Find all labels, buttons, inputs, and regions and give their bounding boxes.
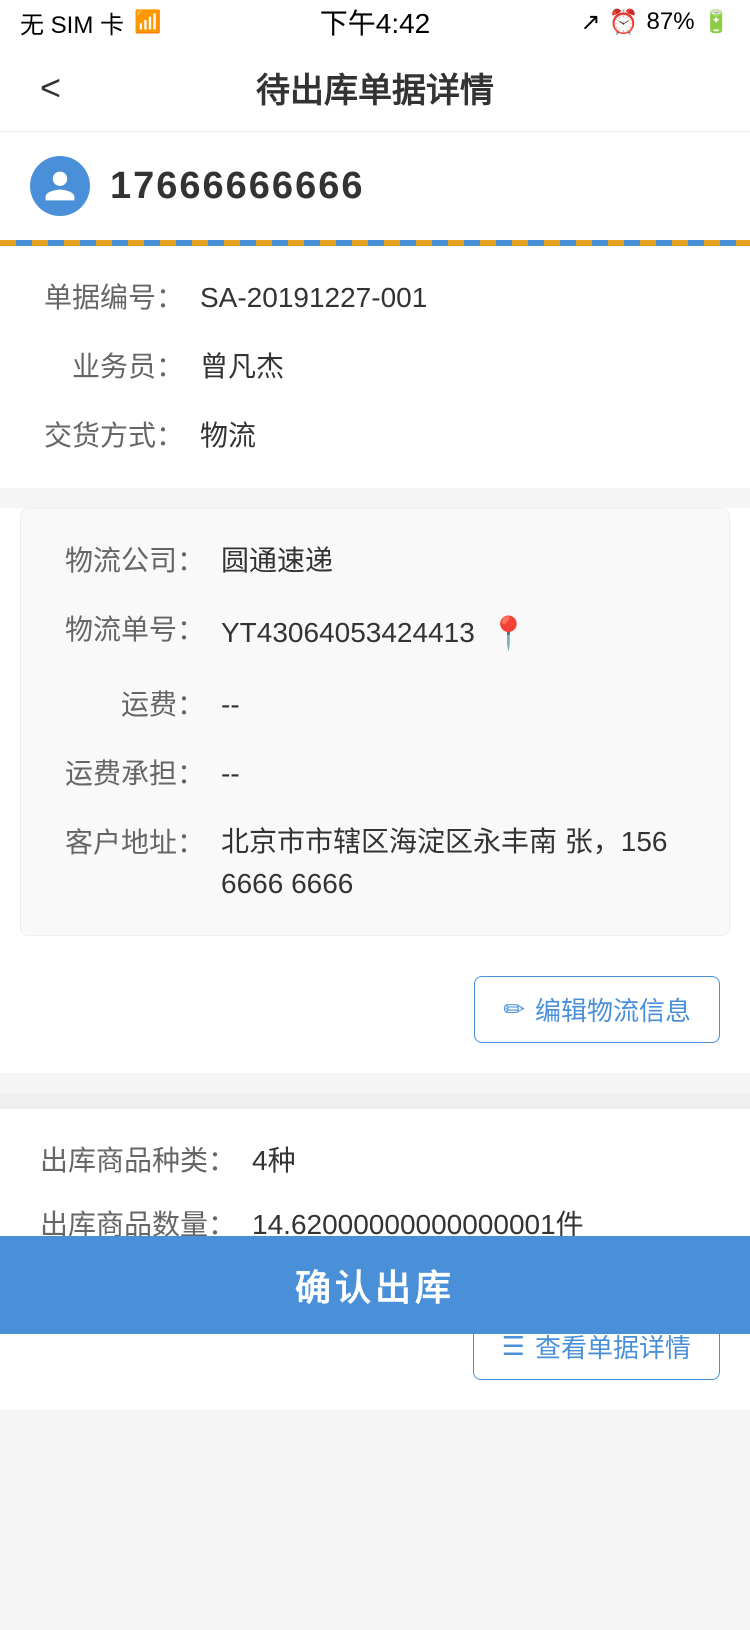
address-label: 客户地址： bbox=[61, 821, 221, 866]
delivery-label: 交货方式： bbox=[40, 414, 200, 459]
freight-bearer-value: -- bbox=[221, 752, 689, 797]
address-text: 北京市市辖区海淀区永丰南 张，156 6666 6666 bbox=[221, 821, 689, 905]
location-status-icon: ↗ bbox=[581, 8, 601, 37]
order-info-section: 单据编号： SA-20191227-001 业务员： 曾凡杰 交货方式： 物流 bbox=[0, 246, 750, 488]
order-no-label: 单据编号： bbox=[40, 276, 200, 321]
edit-btn-label: 编辑物流信息 bbox=[535, 991, 691, 1028]
avatar bbox=[30, 156, 90, 216]
delivery-row: 交货方式： 物流 bbox=[40, 414, 710, 459]
delivery-value: 物流 bbox=[200, 414, 710, 459]
status-bar-right: ↗ ⏰ 87% 🔋 bbox=[581, 8, 730, 37]
freight-bearer-label: 运费承担： bbox=[61, 752, 221, 797]
salesman-value: 曾凡杰 bbox=[200, 345, 710, 390]
status-bar-time: 下午4:42 bbox=[320, 2, 431, 42]
goods-type-row: 出库商品种类： 4种 bbox=[40, 1139, 710, 1179]
bottom-spacer bbox=[0, 1430, 750, 1630]
logistics-company-label: 物流公司： bbox=[61, 539, 221, 584]
confirm-button[interactable]: 确认出库 bbox=[0, 1236, 750, 1334]
order-no-row: 单据编号： SA-20191227-001 bbox=[40, 276, 710, 321]
tracking-number: YT43064053424413 bbox=[221, 611, 475, 656]
freight-row: 运费： -- bbox=[61, 683, 689, 728]
page-title: 待出库单据详情 bbox=[256, 63, 494, 112]
edit-btn-container: ✏ 编辑物流信息 bbox=[0, 956, 750, 1073]
logistics-section: 物流公司： 圆通速递 物流单号： YT43064053424413 📍 运费： … bbox=[20, 508, 730, 936]
alarm-icon: ⏰ bbox=[609, 8, 639, 37]
battery-label: 87% bbox=[647, 8, 695, 36]
salesman-row: 业务员： 曾凡杰 bbox=[40, 345, 710, 390]
freight-label: 运费： bbox=[61, 683, 221, 728]
order-no-value: SA-20191227-001 bbox=[200, 276, 710, 321]
edit-logistics-button[interactable]: ✏ 编辑物流信息 bbox=[474, 976, 720, 1043]
goods-type-label: 出库商品种类： bbox=[40, 1139, 252, 1179]
battery-icon: 🔋 bbox=[703, 9, 730, 35]
goods-type-value: 4种 bbox=[252, 1139, 710, 1179]
logistics-wrapper: 物流公司： 圆通速递 物流单号： YT43064053424413 📍 运费： … bbox=[0, 508, 750, 1073]
customer-section: 17666666666 bbox=[0, 132, 750, 240]
back-button[interactable]: < bbox=[30, 57, 71, 119]
edit-icon: ✏ bbox=[503, 994, 525, 1025]
logistics-tracking-value: YT43064053424413 📍 bbox=[221, 608, 689, 659]
logistics-tracking-label: 物流单号： bbox=[61, 608, 221, 653]
status-bar: 无 SIM 卡 📶 下午4:42 ↗ ⏰ 87% 🔋 bbox=[0, 0, 750, 44]
address-row: 客户地址： 北京市市辖区海淀区永丰南 张，156 6666 6666 bbox=[61, 821, 689, 905]
section-divider bbox=[0, 1093, 750, 1109]
logistics-company-row: 物流公司： 圆通速递 bbox=[61, 539, 689, 584]
freight-value: -- bbox=[221, 683, 689, 728]
confirm-btn-label: 确认出库 bbox=[295, 1259, 455, 1311]
nav-bar: < 待出库单据详情 bbox=[0, 44, 750, 132]
logistics-tracking-row: 物流单号： YT43064053424413 📍 bbox=[61, 608, 689, 659]
salesman-label: 业务员： bbox=[40, 345, 200, 390]
status-bar-left: 无 SIM 卡 📶 bbox=[20, 5, 161, 40]
detail-icon: ☰ bbox=[502, 1331, 525, 1362]
customer-phone: 17666666666 bbox=[110, 165, 364, 208]
tracking-location-icon[interactable]: 📍 bbox=[489, 608, 529, 659]
wifi-icon: 📶 bbox=[134, 9, 161, 35]
user-icon bbox=[42, 168, 78, 204]
address-value: 北京市市辖区海淀区永丰南 张，156 6666 6666 bbox=[221, 821, 689, 905]
freight-bearer-row: 运费承担： -- bbox=[61, 752, 689, 797]
logistics-company-value: 圆通速递 bbox=[221, 539, 689, 584]
carrier-label: 无 SIM 卡 bbox=[20, 5, 124, 40]
